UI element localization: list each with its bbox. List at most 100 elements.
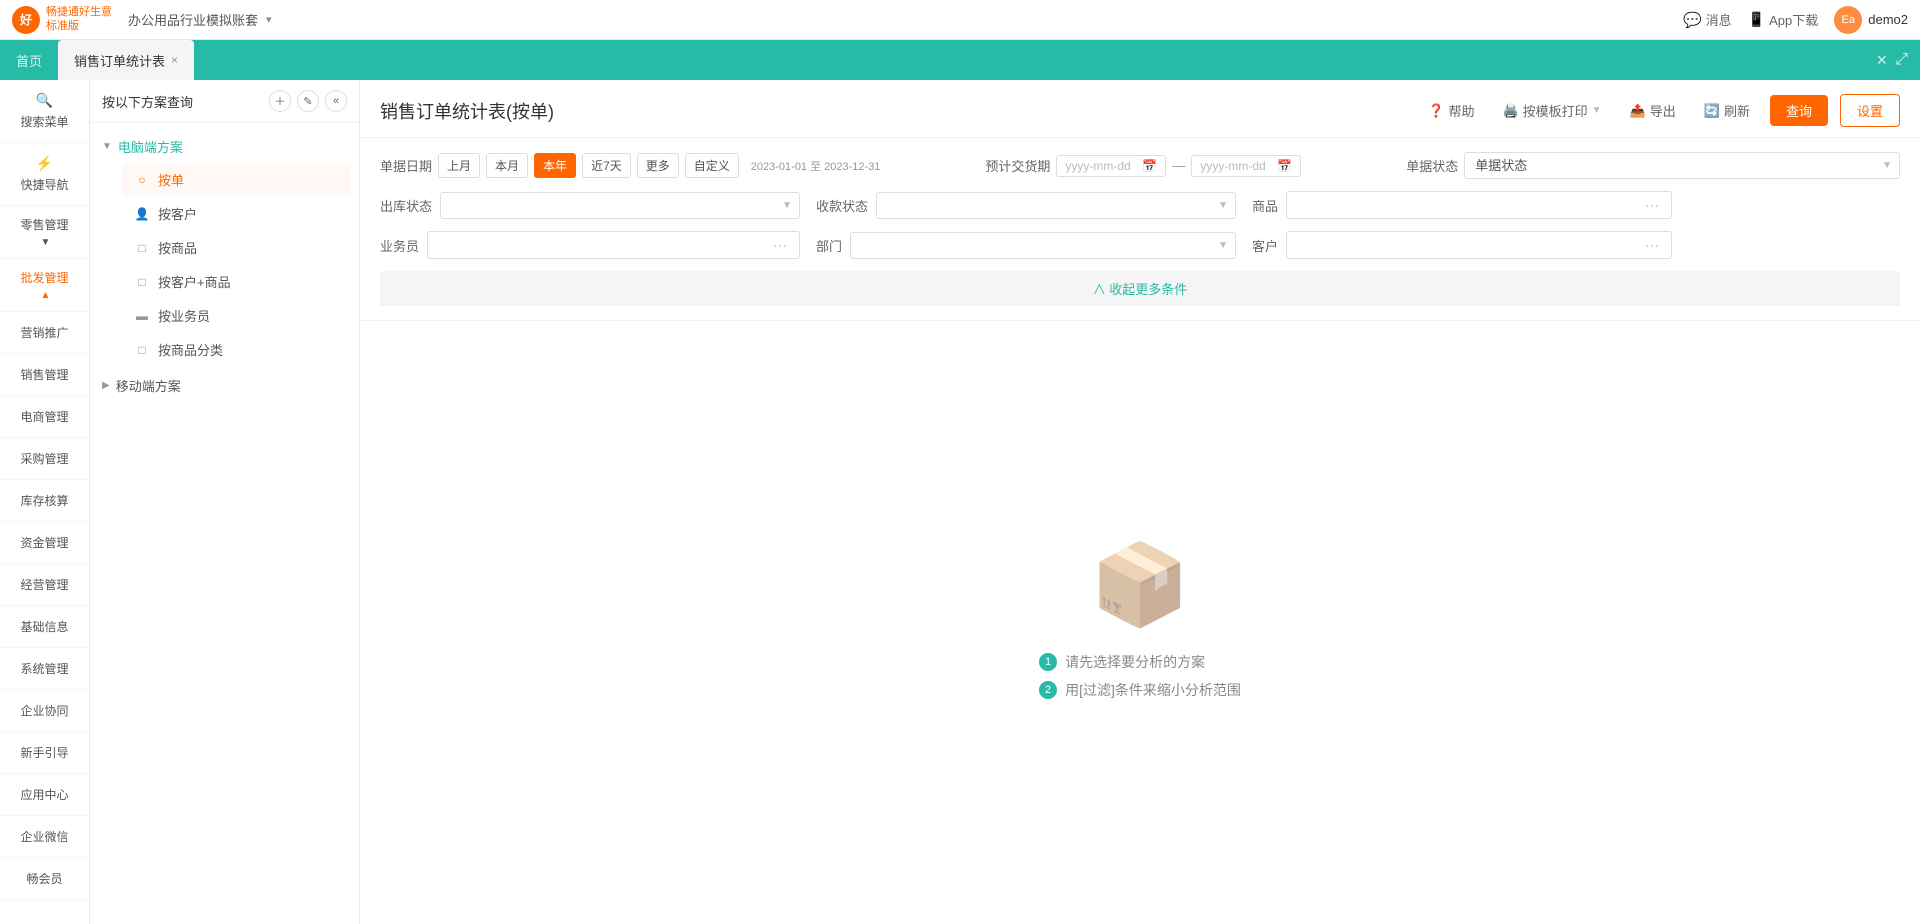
title-dropdown-icon[interactable]: ▾: [266, 13, 272, 26]
desktop-group-title: 电脑端方案: [118, 137, 183, 156]
product-input[interactable]: ···: [1286, 191, 1672, 219]
help-button[interactable]: ❓ 帮助: [1420, 97, 1482, 124]
sidebar-item-basic[interactable]: 基础信息: [0, 606, 89, 648]
sidebar-item-marketing[interactable]: 营销推广: [0, 312, 89, 354]
sidebar-item-search[interactable]: 🔍 搜索菜单: [0, 80, 89, 143]
logo-area: 好 畅捷通好生意 标准版: [12, 6, 112, 34]
sidebar-item-inventory[interactable]: 库存核算: [0, 480, 89, 522]
mobile-group-arrow-icon: ▶: [102, 380, 110, 391]
sidebar-item-quicknav[interactable]: ⚡ 快捷导航: [0, 143, 89, 206]
scheme-item-by-order[interactable]: ○ 按单: [122, 163, 351, 196]
scheme-icon-by-customer: 👤: [134, 206, 150, 222]
sidebar-item-ecommerce[interactable]: 电商管理: [0, 396, 89, 438]
collection-status-select[interactable]: [876, 192, 1236, 219]
collapse-panel-button[interactable]: «: [325, 90, 347, 112]
sidebar-item-system[interactable]: 系统管理: [0, 648, 89, 690]
sidebar-item-weixin[interactable]: 企业微信: [0, 816, 89, 858]
scheme-label-by-customer: 按客户: [158, 204, 197, 223]
salesperson-label: 业务员: [380, 236, 419, 255]
mobile-group-header[interactable]: ▶ 移动端方案: [90, 370, 359, 401]
sidebar-item-retail[interactable]: 零售管理 ▼: [0, 206, 89, 259]
salesperson-dots[interactable]: ···: [769, 237, 791, 253]
salesperson-input[interactable]: ···: [427, 231, 800, 259]
department-select[interactable]: [850, 232, 1236, 259]
scheme-item-by-product[interactable]: □ 按商品: [122, 231, 351, 264]
delivery-status-select[interactable]: [440, 192, 800, 219]
filter-col-customer: 客户 ···: [1252, 231, 1672, 259]
filter-col-salesperson: 业务员 ···: [380, 231, 800, 259]
settings-button[interactable]: 设置: [1840, 94, 1900, 127]
date-btn-last-month[interactable]: 上月: [438, 153, 480, 178]
product-dots[interactable]: ···: [1641, 197, 1663, 213]
edit-scheme-button[interactable]: ✎: [297, 90, 319, 112]
left-panel-header: 按以下方案查询 ＋ ✎ «: [90, 80, 359, 123]
export-button[interactable]: 📤 导出: [1622, 97, 1684, 124]
user-name: demo2: [1868, 12, 1908, 27]
left-panel-icons: ＋ ✎ «: [269, 90, 347, 112]
desktop-group-header[interactable]: ▼ 电脑端方案: [90, 131, 359, 162]
delivery-date-end[interactable]: yyyy-mm-dd 📅: [1191, 155, 1301, 177]
tab-sales-order-stats[interactable]: 销售订单统计表 ×: [58, 40, 194, 80]
sidebar-item-finance[interactable]: 资金管理: [0, 522, 89, 564]
sidebar-item-wholesale[interactable]: 批发管理 ▲: [0, 259, 89, 312]
sidebar-item-operations[interactable]: 经营管理: [0, 564, 89, 606]
app-download-button[interactable]: 📱 App下载: [1748, 10, 1819, 29]
delivery-status-label: 出库状态: [380, 196, 432, 215]
user-area[interactable]: Ea demo2: [1834, 6, 1908, 34]
scheme-items: ○ 按单 👤 按客户 □ 按商品 □ 按客户+: [90, 163, 359, 366]
help-icon: ❓: [1428, 103, 1444, 119]
date-btn-last-7days[interactable]: 近7天: [582, 153, 631, 178]
scheme-item-by-customer-product[interactable]: □ 按客户+商品: [122, 265, 351, 298]
download-icon: 📱: [1748, 11, 1765, 28]
collection-status-label: 收款状态: [816, 196, 868, 215]
date-btn-more[interactable]: 更多: [637, 153, 679, 178]
tab-home[interactable]: 首页: [0, 40, 58, 80]
page-title: 销售订单统计表(按单): [380, 98, 554, 124]
delivery-label: 预计交货期: [985, 156, 1050, 175]
date-range-text: 2023-01-01 至 2023-12-31: [751, 158, 881, 174]
scheme-item-by-customer[interactable]: 👤 按客户: [122, 197, 351, 230]
collapse-bar[interactable]: ∧ 收起更多条件: [380, 271, 1900, 306]
scheme-item-by-salesperson[interactable]: ▬ 按业务员: [122, 299, 351, 332]
sidebar-item-purchase[interactable]: 采购管理: [0, 438, 89, 480]
main-layout: 🔍 搜索菜单 ⚡ 快捷导航 零售管理 ▼ 批发管理 ▲ 营销推广 销售管理 电商…: [0, 80, 1920, 924]
desktop-scheme-group: ▼ 电脑端方案 ○ 按单 👤 按客户 □: [90, 131, 359, 366]
topbar-right: 💬 消息 📱 App下载 Ea demo2: [1683, 6, 1908, 34]
logo-icon: 好: [12, 6, 40, 34]
add-scheme-button[interactable]: ＋: [269, 90, 291, 112]
tab-close-icon[interactable]: ×: [171, 53, 178, 67]
template-print-button[interactable]: 🖨️ 按模板打印 ▼: [1494, 97, 1609, 124]
retail-arrow-icon: ▼: [41, 237, 51, 248]
filter-row-3: 业务员 ··· 部门 ▼: [380, 231, 1900, 259]
filter-col-delivery-status: 出库状态 ▼: [380, 192, 800, 219]
window-close-icon[interactable]: ×: [1877, 50, 1888, 71]
customer-input[interactable]: ···: [1286, 231, 1672, 259]
query-button[interactable]: 查询: [1770, 95, 1828, 126]
mobile-scheme-group: ▶ 移动端方案: [90, 370, 359, 401]
scheme-icon-by-product: □: [134, 240, 150, 256]
date-btn-this-month[interactable]: 本月: [486, 153, 528, 178]
sidebar-item-appstore[interactable]: 应用中心: [0, 774, 89, 816]
tabbar-actions: × ⤢: [1877, 50, 1920, 71]
calendar-icon-start: 📅: [1142, 159, 1157, 173]
sidebar-item-newuser[interactable]: 新手引导: [0, 732, 89, 774]
refresh-button[interactable]: 🔄 刷新: [1696, 97, 1758, 124]
date-btn-this-year[interactable]: 本年: [534, 153, 576, 178]
customer-dots[interactable]: ···: [1641, 237, 1663, 253]
step-1-num: 1: [1039, 653, 1057, 671]
date-btn-custom[interactable]: 自定义: [685, 153, 739, 178]
sidebar-item-member[interactable]: 畅会员: [0, 858, 89, 900]
sidebar-item-enterprise[interactable]: 企业协同: [0, 690, 89, 732]
delivery-date-start[interactable]: yyyy-mm-dd 📅: [1056, 155, 1166, 177]
left-panel: 按以下方案查询 ＋ ✎ « ▼ 电脑端方案 ○ 按单: [90, 80, 360, 924]
department-wrapper: ▼: [850, 232, 1236, 259]
window-expand-icon[interactable]: ⤢: [1895, 51, 1908, 69]
sidebar-item-sales[interactable]: 销售管理: [0, 354, 89, 396]
product-label: 商品: [1252, 196, 1278, 215]
doc-status-select[interactable]: 单据状态: [1464, 152, 1900, 179]
empty-image: 📦: [1090, 538, 1190, 632]
scheme-label-by-product: 按商品: [158, 238, 197, 257]
export-icon: 📤: [1630, 103, 1646, 119]
scheme-item-by-product-category[interactable]: □ 按商品分类: [122, 333, 351, 366]
message-button[interactable]: 💬 消息: [1683, 10, 1732, 29]
